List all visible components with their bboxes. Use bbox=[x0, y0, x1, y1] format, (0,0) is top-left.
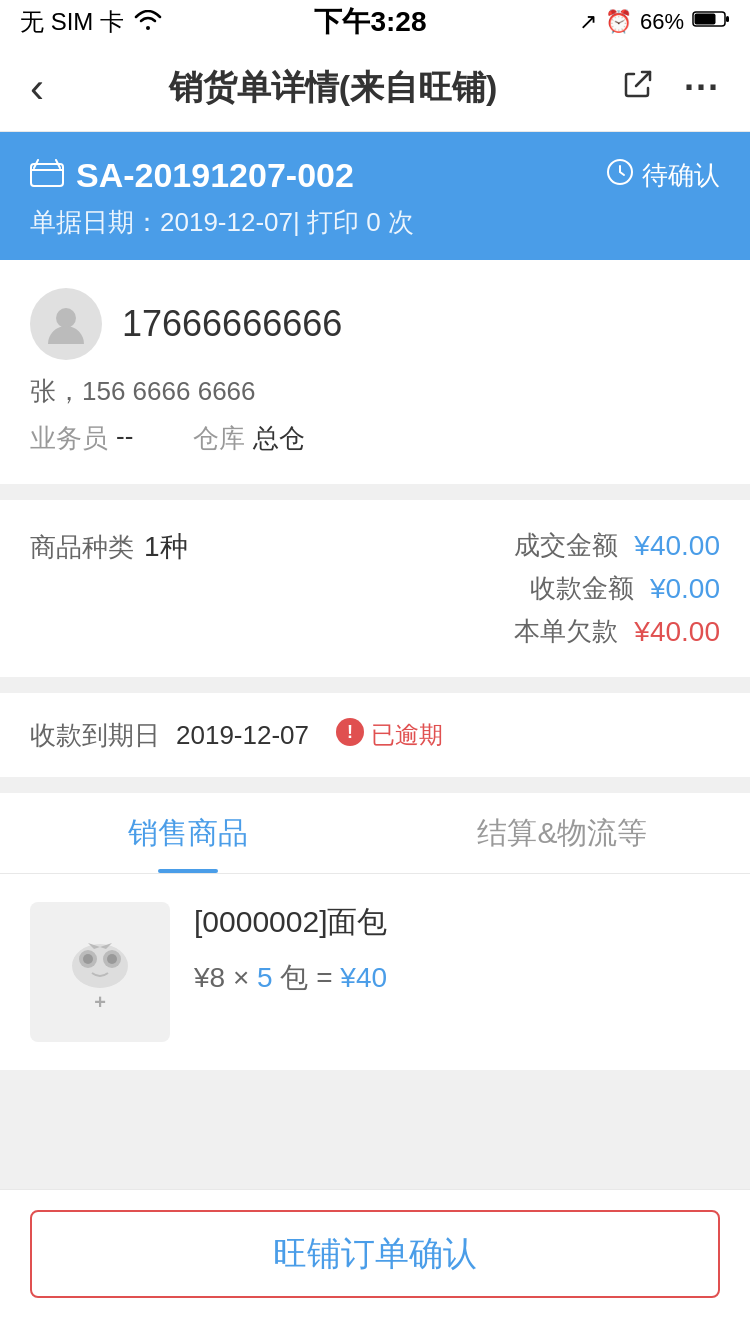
order-header-card: SA-20191207-002 待确认 单据日期：2019-12-07| 打印 … bbox=[0, 132, 750, 260]
product-quantity: 5 bbox=[257, 962, 273, 993]
receipt-amount-row: 收款金额 ¥0.00 bbox=[530, 571, 720, 606]
order-date: 单据日期：2019-12-07| 打印 0 次 bbox=[30, 205, 720, 240]
alarm-icon: ⏰ bbox=[605, 9, 632, 35]
product-image: + bbox=[30, 902, 170, 1042]
overdue-icon: ! bbox=[335, 717, 365, 753]
svg-text:!: ! bbox=[347, 722, 353, 742]
status-bar-left: 无 SIM 卡 bbox=[20, 6, 162, 38]
status-text: 待确认 bbox=[642, 158, 720, 193]
customer-header: 17666666666 bbox=[30, 288, 720, 360]
overdue-text: 已逾期 bbox=[371, 719, 443, 751]
receipt-amount-label: 收款金额 bbox=[530, 571, 634, 606]
debt-label: 本单欠款 bbox=[514, 614, 618, 649]
svg-rect-2 bbox=[726, 16, 729, 22]
due-section: 收款到期日 2019-12-07 ! 已逾期 bbox=[0, 693, 750, 777]
product-total: ¥40 bbox=[340, 962, 387, 993]
product-type-info: 商品种类 1种 bbox=[30, 528, 188, 566]
battery-icon bbox=[692, 9, 730, 35]
order-id: SA-20191207-002 bbox=[30, 156, 354, 195]
deal-amount-row: 成交金额 ¥40.00 bbox=[514, 528, 720, 563]
avatar bbox=[30, 288, 102, 360]
more-button[interactable]: ··· bbox=[684, 67, 720, 109]
product-type-label: 商品种类 bbox=[30, 530, 134, 565]
status-clock-icon bbox=[606, 158, 634, 193]
nav-actions: ··· bbox=[622, 67, 720, 109]
due-label: 收款到期日 bbox=[30, 718, 160, 753]
deal-amount-value: ¥40.00 bbox=[634, 530, 720, 562]
tab-settlement[interactable]: 结算&物流等 bbox=[375, 793, 750, 873]
warehouse-value: 总仓 bbox=[253, 421, 305, 456]
battery-text: 66% bbox=[640, 9, 684, 35]
salesperson-info: 业务员 -- bbox=[30, 421, 133, 456]
summary-section: 商品种类 1种 成交金额 ¥40.00 收款金额 ¥0.00 本单欠款 ¥40.… bbox=[0, 500, 750, 677]
warehouse-info: 仓库 总仓 bbox=[193, 421, 305, 456]
order-icon bbox=[30, 156, 64, 195]
wifi-icon bbox=[134, 8, 162, 36]
order-status: 待确认 bbox=[606, 158, 720, 193]
overdue-badge: ! 已逾期 bbox=[335, 717, 443, 753]
page-title: 销货单详情(来自旺铺) bbox=[169, 65, 498, 111]
status-bar-time: 下午3:28 bbox=[314, 3, 426, 41]
due-date: 2019-12-07 bbox=[176, 720, 309, 751]
debt-row: 本单欠款 ¥40.00 bbox=[514, 614, 720, 649]
product-item: + [0000002]面包 ¥8 × 5 包 = ¥40 bbox=[0, 874, 750, 1070]
svg-point-12 bbox=[107, 954, 117, 964]
customer-phone: 17666666666 bbox=[122, 303, 342, 345]
svg-point-5 bbox=[56, 308, 76, 328]
confirm-order-button[interactable]: 旺铺订单确认 bbox=[30, 1210, 720, 1298]
main-content: SA-20191207-002 待确认 单据日期：2019-12-07| 打印 … bbox=[0, 132, 750, 1334]
debt-value: ¥40.00 bbox=[634, 616, 720, 648]
tabs-section: 销售商品 结算&物流等 bbox=[0, 793, 750, 874]
status-bar: 无 SIM 卡 下午3:28 ↗ ⏰ 66% bbox=[0, 0, 750, 44]
product-price: ¥8 × 5 包 = ¥40 bbox=[194, 959, 720, 997]
bottom-section: 旺铺订单确认 bbox=[0, 1189, 750, 1334]
customer-name: 张，156 6666 6666 bbox=[30, 374, 720, 409]
deal-amount-label: 成交金额 bbox=[514, 528, 618, 563]
product-type-value: 1种 bbox=[144, 528, 188, 566]
svg-point-8 bbox=[72, 944, 128, 988]
svg-rect-3 bbox=[31, 164, 63, 186]
product-name: [0000002]面包 bbox=[194, 902, 720, 943]
customer-section: 17666666666 张，156 6666 6666 业务员 -- 仓库 总仓 bbox=[0, 260, 750, 484]
amount-info: 成交金额 ¥40.00 收款金额 ¥0.00 本单欠款 ¥40.00 bbox=[514, 528, 720, 649]
back-button[interactable]: ‹ bbox=[30, 64, 44, 112]
warehouse-label: 仓库 bbox=[193, 421, 245, 456]
salesperson-value: -- bbox=[116, 421, 133, 456]
status-bar-right: ↗ ⏰ 66% bbox=[579, 9, 730, 35]
direction-icon: ↗ bbox=[579, 9, 597, 35]
customer-meta: 业务员 -- 仓库 总仓 bbox=[30, 421, 720, 456]
tab-sales-product[interactable]: 销售商品 bbox=[0, 793, 375, 873]
no-sim-text: 无 SIM 卡 bbox=[20, 6, 124, 38]
receipt-amount-value: ¥0.00 bbox=[650, 573, 720, 605]
svg-rect-1 bbox=[694, 14, 715, 25]
share-button[interactable] bbox=[622, 68, 654, 108]
product-info: [0000002]面包 ¥8 × 5 包 = ¥40 bbox=[194, 902, 720, 997]
nav-bar: ‹ 销货单详情(来自旺铺) ··· bbox=[0, 44, 750, 132]
svg-point-11 bbox=[83, 954, 93, 964]
order-header-top: SA-20191207-002 待确认 bbox=[30, 156, 720, 195]
salesperson-label: 业务员 bbox=[30, 421, 108, 456]
